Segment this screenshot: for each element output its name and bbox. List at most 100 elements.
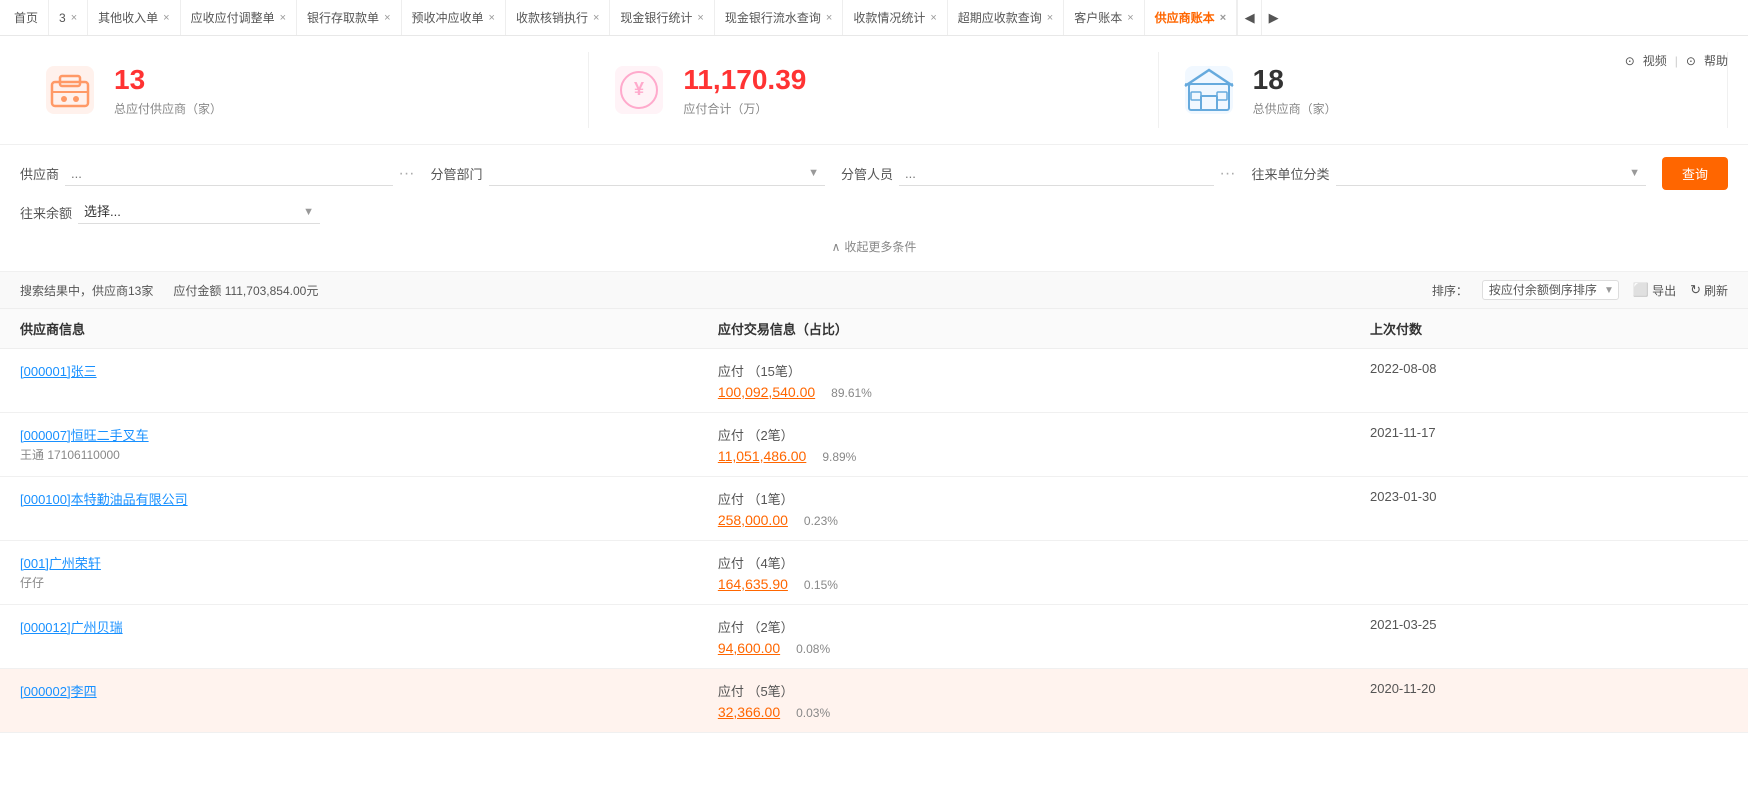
payable-amount-5[interactable]: 32,366.00 xyxy=(718,704,780,720)
nav-arrow-right[interactable]: ▶ xyxy=(1261,0,1285,36)
person-input[interactable] xyxy=(899,162,1214,186)
payable-percent-5: 0.03% xyxy=(796,706,830,720)
nav-tab-bank-label: 银行存取款单 xyxy=(307,9,379,26)
col-payable-info: 应付交易信息（占比） xyxy=(698,309,1350,349)
nav-tab-prepay-label: 预收冲应收单 xyxy=(412,9,484,26)
cell-spacer-5 xyxy=(1708,669,1748,733)
table-row: [000002]李四 应付 （5笔） 32,366.00 0.03% 2020-… xyxy=(0,669,1748,733)
supplier-link-2[interactable]: [000100]本特勤油品有限公司 xyxy=(20,492,188,507)
nav-tab-cash-flow-close[interactable]: × xyxy=(826,12,832,24)
collapse-button[interactable]: ∧ 收起更多条件 xyxy=(820,234,929,259)
nav-tab-3-label: 3 xyxy=(59,11,66,25)
payable-count-1: 应付 （2笔） xyxy=(718,425,1330,444)
table-row: [000001]张三 应付 （15笔） 100,092,540.00 89.61… xyxy=(0,349,1748,413)
category-select-wrapper: ▼ xyxy=(1336,162,1646,186)
nav-tab-receipt-stat-close[interactable]: × xyxy=(930,12,936,24)
payable-amount-3[interactable]: 164,635.90 xyxy=(718,576,788,592)
main-content: 13 总应付供应商（家） ¥ 11,170.39 应付合计（万） xyxy=(0,36,1748,794)
cell-spacer-3 xyxy=(1708,541,1748,605)
nav-tab-cash-stat[interactable]: 现金银行统计 × xyxy=(610,0,714,36)
col-last-payment: 上次付数 xyxy=(1350,309,1708,349)
last-payment-date-5: 2020-11-20 xyxy=(1370,681,1436,696)
nav-tab-prepay[interactable]: 预收冲应收单 × xyxy=(402,0,506,36)
last-payment-date-1: 2021-11-17 xyxy=(1370,425,1436,440)
cell-payable-4: 应付 （2笔） 94,600.00 0.08% xyxy=(698,605,1350,669)
video-link[interactable]: 视频 xyxy=(1643,52,1667,69)
payable-amount-2[interactable]: 258,000.00 xyxy=(718,512,788,528)
table-row: [000012]广州贝瑞 应付 （2笔） 94,600.00 0.08% 202… xyxy=(0,605,1748,669)
nav-tab-verify[interactable]: 收款核销执行 × xyxy=(506,0,610,36)
card2-label: 应付合计（万） xyxy=(683,100,806,117)
data-table: 供应商信息 应付交易信息（占比） 上次付数 [000001]张三 应付 （15笔… xyxy=(0,309,1748,733)
filter-row-1: 供应商 ··· 分管部门 ▼ 分管人员 ··· xyxy=(20,157,1728,190)
cell-supplier-1: [000007]恒旺二手叉车 王通 17106110000 xyxy=(0,413,698,477)
nav-tab-adjust-close[interactable]: × xyxy=(280,12,286,24)
supplier-link-5[interactable]: [000002]李四 xyxy=(20,684,97,699)
query-button[interactable]: 查询 xyxy=(1662,157,1728,190)
payable-amount-1[interactable]: 11,051,486.00 xyxy=(718,448,807,464)
supplier-icon xyxy=(40,60,100,120)
nav-tab-cash-stat-close[interactable]: × xyxy=(697,12,703,24)
payable-row-1: 11,051,486.00 9.89% xyxy=(718,448,1330,464)
nav-tab-home[interactable]: 首页 xyxy=(4,0,49,36)
category-select[interactable] xyxy=(1336,162,1646,185)
nav-tab-adjust[interactable]: 应收应付调整单 × xyxy=(181,0,297,36)
cell-payable-3: 应付 （4笔） 164,635.90 0.15% xyxy=(698,541,1350,605)
cell-last-payment-2: 2023-01-30 xyxy=(1350,477,1708,541)
payable-row-2: 258,000.00 0.23% xyxy=(718,512,1330,528)
supplier-link-1[interactable]: [000007]恒旺二手叉车 xyxy=(20,428,149,443)
export-button[interactable]: ⬜ 导出 xyxy=(1633,282,1676,299)
nav-tab-receipt-stat-label: 收款情况统计 xyxy=(853,9,925,26)
supplier-link-3[interactable]: [001]广州荣轩 xyxy=(20,556,101,571)
nav-tab-verify-close[interactable]: × xyxy=(593,12,599,24)
payable-percent-2: 0.23% xyxy=(804,514,838,528)
nav-tab-prepay-close[interactable]: × xyxy=(489,12,495,24)
nav-tab-bank-close[interactable]: × xyxy=(384,12,390,24)
dept-select[interactable] xyxy=(489,162,825,185)
nav-tab-customer-ledger[interactable]: 客户账本 × xyxy=(1064,0,1144,36)
nav-tab-cash-flow[interactable]: 现金银行流水查询 × xyxy=(715,0,843,36)
cell-supplier-3: [001]广州荣轩 仔仔 xyxy=(0,541,698,605)
filter-dept: 分管部门 ▼ xyxy=(431,162,826,186)
result-count: 搜索结果中，供应商13家 xyxy=(20,282,153,299)
col-supplier-info: 供应商信息 xyxy=(0,309,698,349)
filter-area: 供应商 ··· 分管部门 ▼ 分管人员 ··· xyxy=(0,145,1748,272)
nav-tab-adjust-label: 应收应付调整单 xyxy=(191,9,275,26)
sort-label: 排序： xyxy=(1432,282,1468,299)
help-link[interactable]: 帮助 xyxy=(1704,52,1728,69)
nav-tab-supplier-ledger-close[interactable]: × xyxy=(1220,12,1226,24)
supplier-dots-icon[interactable]: ··· xyxy=(399,165,415,183)
supplier-input[interactable] xyxy=(65,162,393,186)
nav-tab-bank[interactable]: 银行存取款单 × xyxy=(297,0,401,36)
supplier-sub-1: 王通 17106110000 xyxy=(20,446,678,463)
filter-person: 分管人员 ··· xyxy=(841,162,1236,186)
nav-arrow-left[interactable]: ◀ xyxy=(1237,0,1261,36)
nav-tab-overdue-close[interactable]: × xyxy=(1047,12,1053,24)
card1-label: 总应付供应商（家） xyxy=(114,100,222,117)
sort-select[interactable]: 按应付余额倒序排序 xyxy=(1482,280,1619,300)
card1-number: 13 xyxy=(114,63,222,97)
nav-tab-other-income-close[interactable]: × xyxy=(163,12,169,24)
nav-tab-customer-ledger-close[interactable]: × xyxy=(1127,12,1133,24)
supplier-link-4[interactable]: [000012]广州贝瑞 xyxy=(20,620,123,635)
person-dots-icon[interactable]: ··· xyxy=(1220,165,1236,183)
nav-tab-overdue[interactable]: 超期应收款查询 × xyxy=(948,0,1064,36)
nav-tab-supplier-ledger-label: 供应商账本 xyxy=(1155,9,1215,26)
supplier-link-0[interactable]: [000001]张三 xyxy=(20,364,97,379)
cell-payable-1: 应付 （2笔） 11,051,486.00 9.89% xyxy=(698,413,1350,477)
nav-tab-verify-label: 收款核销执行 xyxy=(516,9,588,26)
payable-amount-4[interactable]: 94,600.00 xyxy=(718,640,780,656)
nav-tab-supplier-ledger[interactable]: 供应商账本 × xyxy=(1145,0,1237,36)
payable-count-3: 应付 （4笔） xyxy=(718,553,1330,572)
nav-tab-3-close[interactable]: × xyxy=(71,12,77,24)
nav-tab-3[interactable]: 3 × xyxy=(49,0,88,36)
nav-tab-other-income[interactable]: 其他收入单 × xyxy=(88,0,180,36)
balance-select[interactable]: 选择... xyxy=(78,200,320,223)
balance-label: 往来余额 xyxy=(20,203,72,222)
refresh-button[interactable]: ↻ 刷新 xyxy=(1690,282,1728,299)
payable-row-0: 100,092,540.00 89.61% xyxy=(718,384,1330,400)
circle-icon: ⊙ xyxy=(1625,54,1635,68)
nav-tab-receipt-stat[interactable]: 收款情况统计 × xyxy=(843,0,947,36)
payable-amount-0[interactable]: 100,092,540.00 xyxy=(718,384,815,400)
cell-payable-2: 应付 （1笔） 258,000.00 0.23% xyxy=(698,477,1350,541)
